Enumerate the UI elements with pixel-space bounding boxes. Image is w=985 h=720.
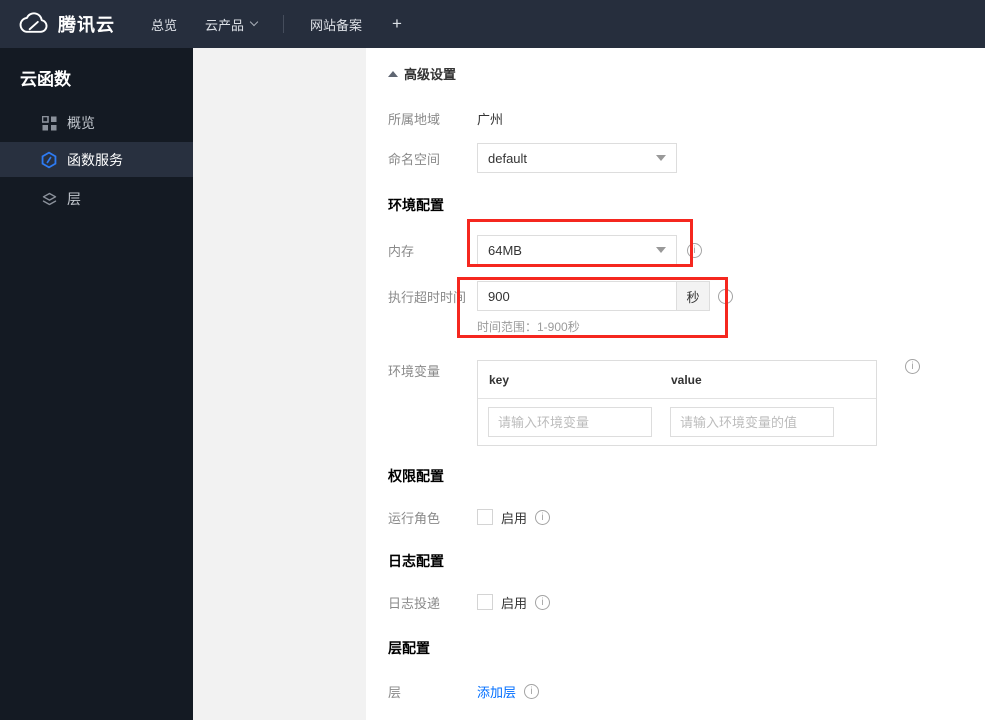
namespace-row: 命名空间 default: [388, 143, 677, 173]
run-role-row: 运行角色 启用: [388, 509, 551, 526]
nav-item-products[interactable]: 云产品: [205, 15, 259, 34]
env-value-header: value: [671, 372, 702, 387]
memory-info-icon[interactable]: [687, 242, 702, 258]
log-delivery-label: 日志投递: [388, 595, 441, 611]
run-role-checkbox[interactable]: [477, 509, 493, 525]
secondary-panel: [193, 48, 366, 720]
triangle-up-icon: [388, 70, 398, 77]
log-delivery-row: 日志投递 启用: [388, 594, 551, 611]
function-hexagon-icon: [40, 151, 58, 169]
env-vars-label: 环境变量: [388, 364, 441, 379]
timeout-unit-suffix: 秒: [677, 281, 710, 311]
add-layer-link[interactable]: 添加层: [477, 682, 516, 701]
timeout-input[interactable]: [477, 281, 677, 311]
layer-config-heading: 层配置: [388, 640, 430, 656]
advanced-settings-label: 高级设置: [404, 67, 457, 82]
env-config-heading: 环境配置: [388, 197, 444, 213]
env-vars-info-icon[interactable]: [905, 359, 920, 374]
sidebar-item-label: 层: [67, 191, 81, 207]
memory-selected-value: 64MB: [488, 242, 522, 258]
function-config-form: 高级设置 所属地域 广州 命名空间 default 环境配置 内存 64MB 执…: [366, 48, 985, 720]
top-nav: 腾讯云 总览 云产品 网站备案 +: [0, 0, 985, 48]
layer-row: 层 添加层: [388, 682, 540, 701]
region-row: 所属地域 广州: [388, 103, 503, 133]
region-label: 所属地域: [388, 111, 441, 127]
env-key-header: key: [489, 372, 510, 387]
timeout-label: 执行超时时间: [388, 289, 467, 305]
add-layer-info-icon[interactable]: [524, 683, 540, 699]
nav-links: 总览 云产品 网站备案 +: [151, 14, 402, 34]
sidebar-item-overview[interactable]: 概览: [0, 105, 193, 141]
grid-icon: [40, 115, 58, 131]
env-vars-header: key value: [478, 361, 876, 399]
perm-config-heading: 权限配置: [388, 468, 444, 484]
nav-item-overview[interactable]: 总览: [151, 15, 177, 34]
advanced-settings-toggle[interactable]: 高级设置: [388, 64, 456, 83]
memory-label: 内存: [388, 243, 415, 259]
env-vars-table: key value: [477, 360, 877, 446]
env-vars-row: [478, 399, 876, 445]
memory-row: 内存 64MB: [388, 235, 702, 265]
sidebar-item-label: 概览: [67, 115, 95, 131]
nav-divider: [283, 15, 285, 33]
sidebar-item-layer[interactable]: 层: [0, 181, 193, 217]
env-vars-label-wrap: 环境变量: [388, 361, 440, 381]
run-role-info-icon[interactable]: [535, 509, 551, 525]
run-role-label: 运行角色: [388, 510, 441, 526]
log-delivery-checkbox[interactable]: [477, 594, 493, 610]
sidebar-title: 云函数: [20, 70, 71, 89]
timeout-range-hint: 时间范围：1-900秒: [477, 320, 580, 334]
namespace-select[interactable]: default: [477, 143, 677, 173]
log-delivery-info-icon[interactable]: [535, 594, 551, 610]
log-delivery-enable-label: 启用: [501, 595, 528, 611]
caret-down-icon: [656, 247, 666, 253]
region-value: 广州: [477, 111, 504, 127]
namespace-selected-value: default: [488, 150, 528, 166]
timeout-row: 执行超时时间 秒: [388, 281, 733, 311]
run-role-enable-label: 启用: [501, 510, 528, 526]
sidebar-item-label: 函数服务: [67, 151, 123, 168]
sidebar: 云函数 概览 函数服务 层: [0, 48, 193, 720]
env-value-input[interactable]: [670, 407, 834, 437]
nav-item-icp[interactable]: 网站备案: [310, 15, 362, 34]
env-key-input[interactable]: [488, 407, 652, 437]
brand[interactable]: 腾讯云: [18, 11, 115, 37]
nav-add-tab-button[interactable]: +: [392, 14, 402, 34]
caret-down-icon: [656, 155, 666, 161]
layers-icon: [40, 191, 58, 208]
memory-select[interactable]: 64MB: [477, 235, 677, 265]
tencent-cloud-logo-icon: [18, 11, 49, 37]
timeout-info-icon[interactable]: [718, 288, 733, 304]
sidebar-item-function-service[interactable]: 函数服务: [0, 142, 193, 177]
namespace-label: 命名空间: [388, 151, 441, 167]
layer-label: 层: [388, 684, 402, 700]
brand-name: 腾讯云: [58, 15, 115, 35]
log-config-heading: 日志配置: [388, 553, 444, 569]
chevron-down-icon: [249, 17, 259, 27]
